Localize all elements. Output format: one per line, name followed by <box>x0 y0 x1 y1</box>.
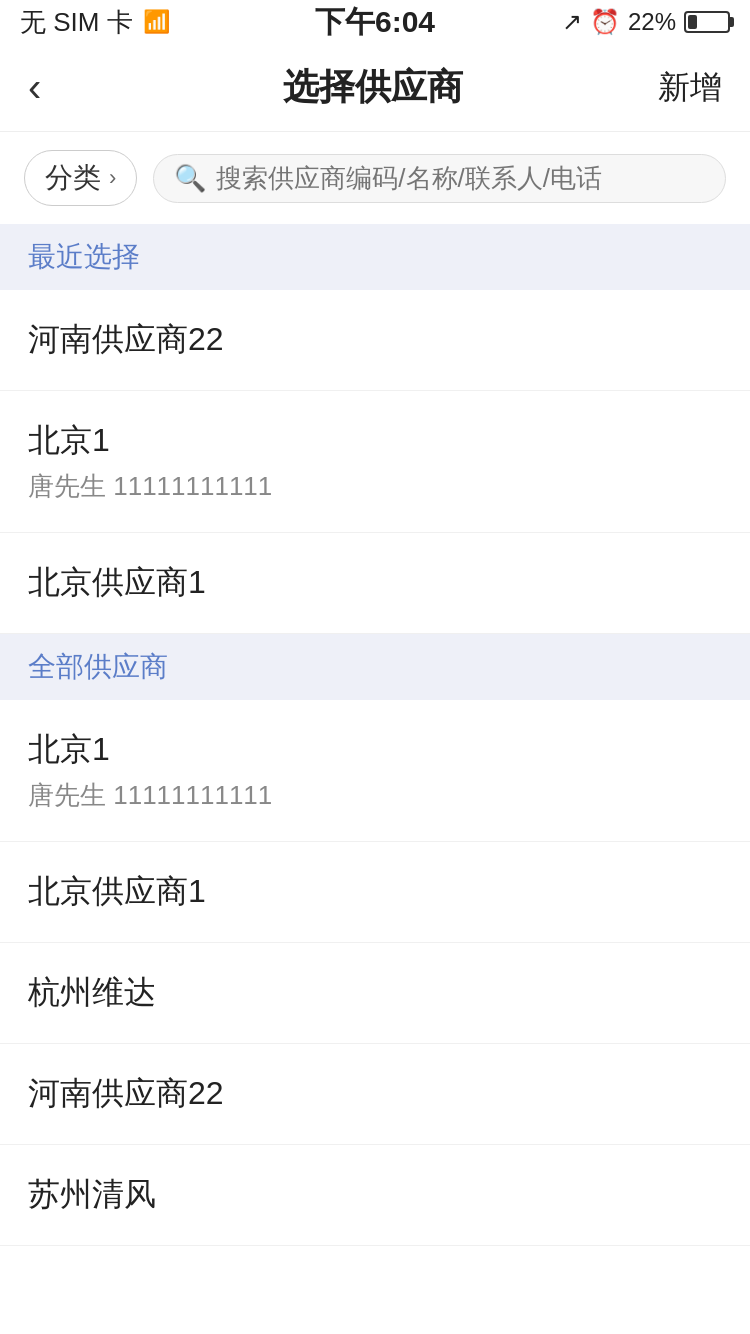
list-item[interactable]: 北京1 唐先生 11111111111 <box>0 391 750 533</box>
item-name: 北京供应商1 <box>28 870 722 914</box>
list-item[interactable]: 北京供应商1 <box>0 533 750 634</box>
page-title: 选择供应商 <box>283 63 463 112</box>
item-name: 河南供应商22 <box>28 1072 722 1116</box>
nav-bar: ‹ 选择供应商 新增 <box>0 44 750 132</box>
category-label: 分类 <box>45 159 101 197</box>
list-item[interactable]: 河南供应商22 <box>0 290 750 391</box>
alarm-icon: ⏰ <box>590 8 620 36</box>
item-name: 河南供应商22 <box>28 318 722 362</box>
list-item[interactable]: 苏州清风 <box>0 1145 750 1246</box>
recent-section-header: 最近选择 <box>0 224 750 290</box>
item-name: 北京1 <box>28 728 722 772</box>
add-button[interactable]: 新增 <box>658 66 722 110</box>
battery-icon <box>684 11 730 33</box>
item-name: 北京1 <box>28 419 722 463</box>
chevron-down-icon: › <box>109 165 116 191</box>
list-item[interactable]: 河南供应商22 <box>0 1044 750 1145</box>
list-item[interactable]: 北京1 唐先生 11111111111 <box>0 700 750 842</box>
item-sub: 唐先生 11111111111 <box>28 469 722 504</box>
status-right: ↗ ⏰ 22% <box>562 8 730 36</box>
item-sub: 唐先生 11111111111 <box>28 778 722 813</box>
status-time: 下午6:04 <box>315 2 435 43</box>
sim-status: 无 SIM 卡 <box>20 5 133 40</box>
status-bar: 无 SIM 卡 📶 下午6:04 ↗ ⏰ 22% <box>0 0 750 44</box>
all-list: 北京1 唐先生 11111111111 北京供应商1 杭州维达河南供应商22 苏州清风 <box>0 700 750 1246</box>
item-name: 杭州维达 <box>28 971 722 1015</box>
search-input[interactable] <box>216 163 705 194</box>
item-name: 北京供应商1 <box>28 561 722 605</box>
list-item[interactable]: 杭州维达 <box>0 943 750 1044</box>
recent-list: 河南供应商22 北京1 唐先生 11111111111 北京供应商1 <box>0 290 750 634</box>
filter-bar: 分类 › 🔍 <box>0 132 750 224</box>
back-button[interactable]: ‹ <box>28 65 88 110</box>
status-left: 无 SIM 卡 📶 <box>20 5 170 40</box>
battery-percent: 22% <box>628 8 676 36</box>
category-filter[interactable]: 分类 › <box>24 150 137 206</box>
wifi-icon: 📶 <box>143 9 170 35</box>
list-item[interactable]: 北京供应商1 <box>0 842 750 943</box>
item-name: 苏州清风 <box>28 1173 722 1217</box>
search-box[interactable]: 🔍 <box>153 154 726 203</box>
all-section-header: 全部供应商 <box>0 634 750 700</box>
search-icon: 🔍 <box>174 163 206 194</box>
location-icon: ↗ <box>562 8 582 36</box>
